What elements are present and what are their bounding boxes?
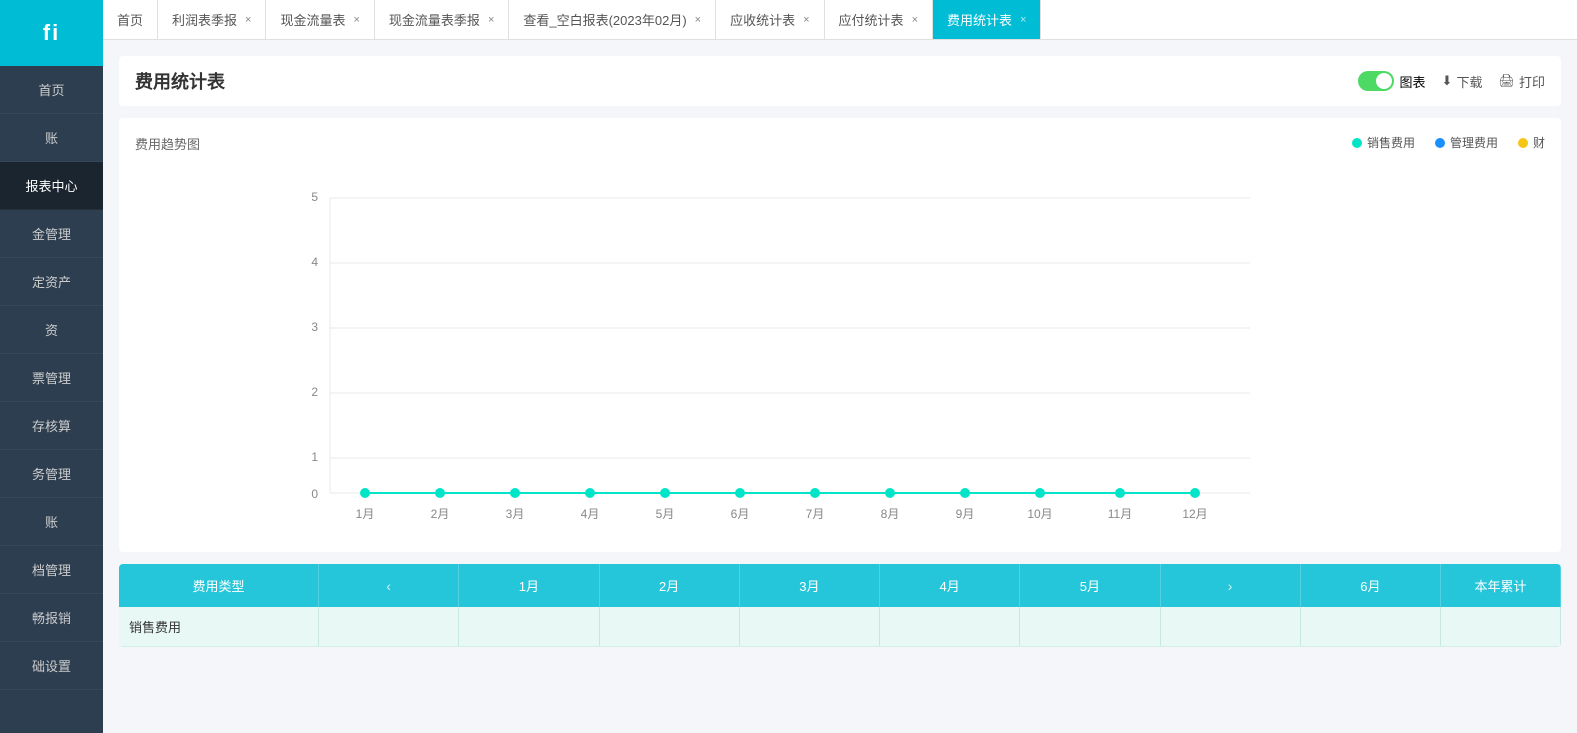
svg-text:12月: 12月	[1182, 507, 1207, 521]
svg-text:2: 2	[311, 385, 318, 399]
svg-text:9月: 9月	[956, 507, 975, 521]
sidebar-item-reports[interactable]: 报表中心	[0, 162, 103, 210]
td-type-sales: 销售费用	[119, 607, 319, 646]
tab-receivable[interactable]: 应收统计表 ×	[716, 0, 824, 39]
svg-text:3月: 3月	[506, 507, 525, 521]
td-prev-spacer	[319, 607, 459, 646]
download-button[interactable]: ⬇ 下载	[1442, 72, 1483, 91]
th-month-5: 5月	[1020, 564, 1160, 607]
print-button[interactable]: 🖨 打印	[1498, 72, 1545, 91]
svg-text:2月: 2月	[431, 507, 450, 521]
legend-dot-admin	[1435, 138, 1445, 148]
legend-finance: 财	[1518, 134, 1545, 151]
svg-text:1: 1	[311, 450, 318, 464]
tab-payable[interactable]: 应付统计表 ×	[825, 0, 933, 39]
tab-cashflow[interactable]: 现金流量表 ×	[266, 0, 374, 39]
sidebar-item-settings[interactable]: 础设置	[0, 642, 103, 690]
th-month-6: 6月	[1301, 564, 1441, 607]
chart-legend: 销售费用 管理费用 财	[1352, 134, 1545, 151]
tab-close-expense-stats[interactable]: ×	[1020, 14, 1026, 26]
data-table: 费用类型 ‹ 1月 2月 3月 4月 5月	[119, 564, 1561, 647]
th-prev-arrow[interactable]: ‹	[319, 564, 459, 607]
header-actions: 图表 ⬇ 下载 🖨 打印	[1358, 71, 1545, 91]
tab-expense-stats[interactable]: 费用统计表 ×	[933, 0, 1041, 39]
tab-close-payable[interactable]: ×	[912, 14, 918, 26]
td-m6-sales	[1301, 607, 1441, 646]
svg-text:1月: 1月	[356, 507, 375, 521]
page-body: 费用统计表 图表 ⬇ 下载 🖨 打印 费用趋势图	[103, 40, 1577, 733]
sidebar-item-service[interactable]: 务管理	[0, 450, 103, 498]
legend-dot-sales	[1352, 138, 1362, 148]
sidebar: fi 首页 账 报表中心 金管理 定资产 资 票管理 存核算 务管理 账 档管理…	[0, 0, 103, 733]
th-month-3: 3月	[740, 564, 880, 607]
tab-profit-quarterly[interactable]: 利润表季报 ×	[158, 0, 266, 39]
svg-text:10月: 10月	[1027, 507, 1052, 521]
tab-home[interactable]: 首页	[103, 0, 158, 39]
td-next-spacer	[1161, 607, 1301, 646]
sidebar-item-account[interactable]: 账	[0, 114, 103, 162]
td-m5-sales	[1020, 607, 1160, 646]
trend-chart: 5 4 3 2 1 0	[135, 163, 1545, 533]
sidebar-item-expense[interactable]: 畅报销	[0, 594, 103, 642]
tab-bar: 首页 利润表季报 × 现金流量表 × 现金流量表季报 × 查看_空白报表(202…	[103, 0, 1577, 40]
td-total-sales	[1441, 607, 1561, 646]
svg-text:5: 5	[311, 190, 318, 204]
chart-title: 费用趋势图	[135, 134, 200, 153]
table-row: 销售费用	[119, 607, 1561, 647]
page-title: 费用统计表	[135, 68, 225, 94]
svg-text:8月: 8月	[881, 507, 900, 521]
th-month-2: 2月	[600, 564, 740, 607]
chart-toggle-label: 图表	[1400, 72, 1426, 91]
th-month-4: 4月	[880, 564, 1020, 607]
svg-text:3: 3	[311, 320, 318, 334]
legend-sales: 销售费用	[1352, 134, 1415, 151]
legend-admin: 管理费用	[1435, 134, 1498, 151]
prev-month-arrow-icon[interactable]: ‹	[386, 578, 391, 594]
sidebar-item-assets[interactable]: 定资产	[0, 258, 103, 306]
tab-close-cashflow[interactable]: ×	[353, 14, 359, 26]
tab-close-profit-quarterly[interactable]: ×	[245, 14, 251, 26]
tab-close-cashflow-quarterly[interactable]: ×	[488, 14, 494, 26]
print-icon: 🖨	[1498, 73, 1515, 89]
chart-toggle[interactable]	[1358, 71, 1394, 91]
svg-text:4: 4	[311, 255, 318, 269]
td-m3-sales	[740, 607, 880, 646]
legend-dot-finance	[1518, 138, 1528, 148]
th-type: 费用类型	[119, 564, 319, 607]
table-header: 费用类型 ‹ 1月 2月 3月 4月 5月	[119, 564, 1561, 607]
sidebar-item-ledger[interactable]: 账	[0, 498, 103, 546]
tab-cashflow-quarterly[interactable]: 现金流量表季报 ×	[375, 0, 509, 39]
chart-svg-wrap: 5 4 3 2 1 0	[135, 163, 1545, 536]
tab-close-receivable[interactable]: ×	[803, 14, 809, 26]
td-m2-sales	[600, 607, 740, 646]
sidebar-item-salary[interactable]: 资	[0, 306, 103, 354]
sidebar-item-inventory[interactable]: 存核算	[0, 402, 103, 450]
tab-close-blank-report[interactable]: ×	[695, 14, 701, 26]
next-month-arrow-icon[interactable]: ›	[1228, 578, 1233, 594]
svg-text:4月: 4月	[581, 507, 600, 521]
main-content: 首页 利润表季报 × 现金流量表 × 现金流量表季报 × 查看_空白报表(202…	[103, 0, 1577, 733]
th-month-1: 1月	[459, 564, 599, 607]
svg-text:11月: 11月	[1108, 507, 1132, 521]
sidebar-item-cash[interactable]: 金管理	[0, 210, 103, 258]
sidebar-logo: fi	[0, 0, 103, 66]
td-m4-sales	[880, 607, 1020, 646]
page-header: 费用统计表 图表 ⬇ 下载 🖨 打印	[119, 56, 1561, 106]
chart-area: 费用趋势图 销售费用 管理费用 财	[119, 118, 1561, 552]
download-icon: ⬇	[1442, 73, 1453, 89]
tab-blank-report[interactable]: 查看_空白报表(2023年02月) ×	[509, 0, 716, 39]
svg-text:6月: 6月	[731, 507, 750, 521]
sidebar-item-archive[interactable]: 档管理	[0, 546, 103, 594]
svg-text:5月: 5月	[656, 507, 675, 521]
svg-text:0: 0	[311, 487, 318, 501]
td-m1-sales	[459, 607, 599, 646]
chart-toggle-wrap: 图表	[1358, 71, 1426, 91]
svg-text:7月: 7月	[806, 507, 825, 521]
th-next-arrow[interactable]: ›	[1161, 564, 1301, 607]
th-total: 本年累计	[1441, 564, 1561, 607]
sidebar-item-home[interactable]: 首页	[0, 66, 103, 114]
sidebar-item-invoice[interactable]: 票管理	[0, 354, 103, 402]
